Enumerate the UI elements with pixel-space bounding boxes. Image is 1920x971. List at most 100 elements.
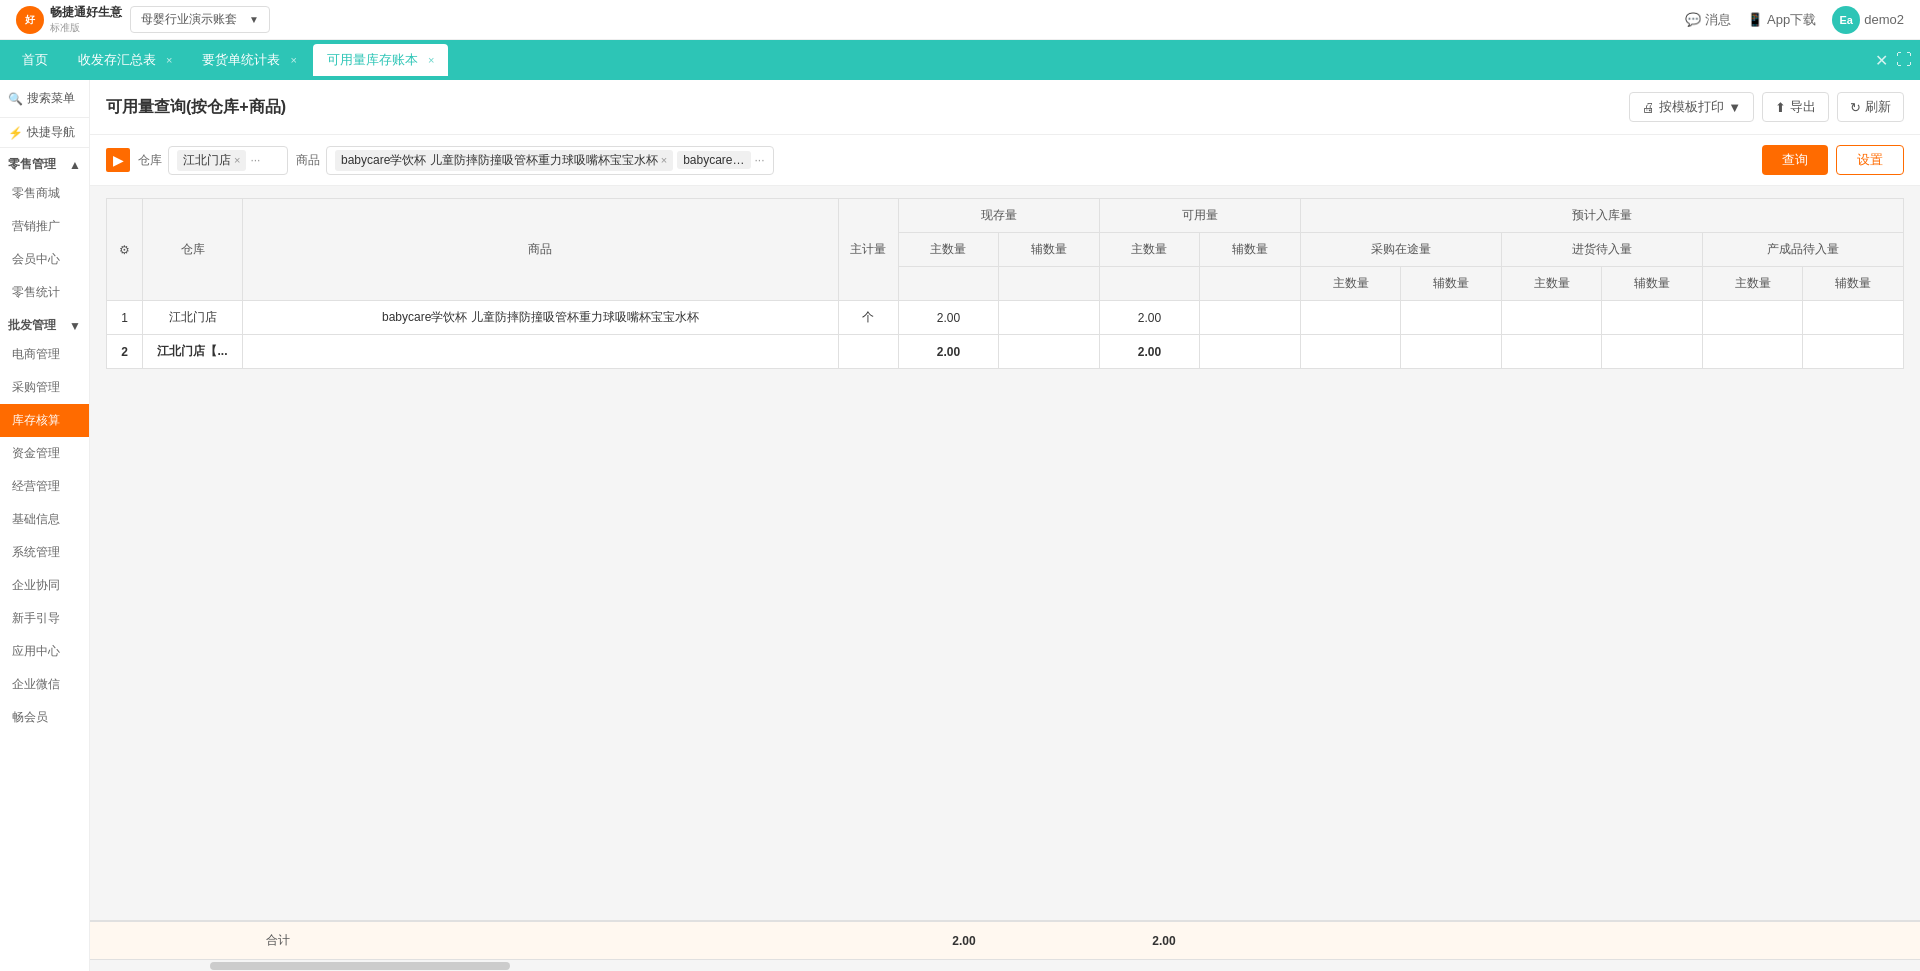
sidebar-group-retail[interactable]: 零售管理 ▲ (0, 148, 89, 177)
tab-receive-pay[interactable]: 收发存汇总表 × (64, 44, 186, 76)
available-inventory-label: 可用量库存账本 (327, 51, 418, 69)
sidebar-item-collab[interactable]: 企业协同 (0, 569, 89, 602)
col-unit: 主计量 (838, 199, 898, 301)
col-avail-aux: 辅数量 (1200, 233, 1301, 267)
product-tag-container[interactable]: babycare学饮杯 儿童防摔防撞吸管杯重力球吸嘴杯宝宝水杯 × babyca… (326, 146, 774, 175)
print-chevron-icon: ▼ (1728, 100, 1741, 115)
message-btn[interactable]: 💬 消息 (1685, 11, 1731, 29)
sidebar-item-system[interactable]: 系统管理 (0, 536, 89, 569)
sidebar-item-member-center[interactable]: 会员中心 (0, 243, 89, 276)
sidebar-item-app-center[interactable]: 应用中心 (0, 635, 89, 668)
top-bar-right: 💬 消息 📱 App下载 Ea demo2 (1685, 6, 1904, 34)
sidebar-item-purchase[interactable]: 采购管理 (0, 371, 89, 404)
top-bar: 好 畅捷通好生意 标准版 母婴行业演示账套 ▼ 💬 消息 📱 App下载 Ea … (0, 0, 1920, 40)
warehouse-more-icon[interactable]: ··· (250, 153, 260, 167)
export-icon: ⬆ (1775, 100, 1786, 115)
warehouse-tag: 江北门店 × (177, 150, 246, 171)
row1-avail-main: 2.00 (1099, 301, 1200, 335)
tab-available-inventory[interactable]: 可用量库存账本 × (313, 44, 448, 76)
footer-current-main: 2.00 (924, 934, 1004, 948)
sub-avail-main-empty (1099, 267, 1200, 301)
logo-text-group: 畅捷通好生意 标准版 (50, 4, 122, 35)
settings-btn[interactable]: 设置 (1836, 145, 1904, 175)
settings-gear-icon[interactable]: ⚙ (119, 243, 130, 257)
sidebar-item-basic[interactable]: 基础信息 (0, 503, 89, 536)
filter-expand-btn[interactable]: ▶ (106, 148, 130, 172)
table-footer: 合计 2.00 2.00 (90, 920, 1920, 959)
export-btn[interactable]: ⬆ 导出 (1762, 92, 1829, 122)
sidebar-item-finance[interactable]: 资金管理 (0, 437, 89, 470)
message-icon: 💬 (1685, 12, 1701, 27)
horizontal-scrollbar[interactable] (90, 959, 1920, 971)
warehouse-tag-container[interactable]: 江北门店 × ··· (168, 146, 288, 175)
col-production-pending: 产成品待入量 (1702, 233, 1903, 267)
warehouse-label: 仓库 (138, 152, 162, 169)
industry-selector[interactable]: 母婴行业演示账套 ▼ (130, 6, 270, 33)
product-more-icon[interactable]: ··· (755, 153, 765, 167)
print-icon: 🖨 (1642, 100, 1655, 115)
row1-current-aux (999, 301, 1100, 335)
sidebar-search[interactable]: 🔍 搜索菜单 (0, 80, 89, 118)
col-planned-inbound: 预计入库量 (1300, 199, 1903, 233)
sub-production-aux: 辅数量 (1803, 267, 1904, 301)
col-current-main: 主数量 (898, 233, 999, 267)
chevron-down-icon: ▼ (249, 14, 259, 25)
row1-warehouse: 江北门店 (143, 301, 243, 335)
row1-purchase-aux (1401, 301, 1502, 335)
close-available-inventory-icon[interactable]: × (428, 54, 434, 66)
refresh-btn[interactable]: ↻ 刷新 (1837, 92, 1904, 122)
row2-index: 2 (107, 335, 143, 369)
row2-production-main (1702, 335, 1803, 369)
logo-main-text: 畅捷通好生意 (50, 4, 122, 21)
col-warehouse: 仓库 (143, 199, 243, 301)
row2-avail-main: 2.00 (1099, 335, 1200, 369)
receive-pay-label: 收发存汇总表 (78, 51, 156, 69)
sidebar-group-wholesale[interactable]: 批发管理 ▼ (0, 309, 89, 338)
search-icon: 🔍 (8, 92, 23, 106)
remove-product-1-icon[interactable]: × (661, 154, 667, 166)
row1-incoming-main (1501, 301, 1602, 335)
row2-incoming-aux (1602, 335, 1703, 369)
scroll-thumb[interactable] (210, 962, 510, 970)
page-actions: 🖨 按模板打印 ▼ ⬆ 导出 ↻ 刷新 (1629, 92, 1904, 122)
sidebar-item-ecommerce[interactable]: 电商管理 (0, 338, 89, 371)
sidebar-item-wecom[interactable]: 企业微信 (0, 668, 89, 701)
tab-order-stats[interactable]: 要货单统计表 × (188, 44, 310, 76)
row2-incoming-main (1501, 335, 1602, 369)
col-gear[interactable]: ⚙ (107, 199, 143, 301)
sidebar-quick-nav[interactable]: ⚡ 快捷导航 (0, 118, 89, 148)
phone-icon: 📱 (1747, 12, 1763, 27)
sidebar-item-marketing[interactable]: 营销推广 (0, 210, 89, 243)
product-label: 商品 (296, 152, 320, 169)
sidebar-item-inventory[interactable]: 库存核算 (0, 404, 89, 437)
row2-current-main: 2.00 (898, 335, 999, 369)
col-current-stock: 现存量 (898, 199, 1099, 233)
row1-production-aux (1803, 301, 1904, 335)
col-available: 可用量 (1099, 199, 1300, 233)
app-download-btn[interactable]: 📱 App下载 (1747, 11, 1816, 29)
user-avatar-btn[interactable]: Ea demo2 (1832, 6, 1904, 34)
product-tag-1: babycare学饮杯 儿童防摔防撞吸管杯重力球吸嘴杯宝宝水杯 × (335, 150, 673, 171)
sidebar-item-retail-stats[interactable]: 零售统计 (0, 276, 89, 309)
query-btn[interactable]: 查询 (1762, 145, 1828, 175)
remove-warehouse-icon[interactable]: × (234, 154, 240, 166)
row2-warehouse: 江北门店【... (143, 335, 243, 369)
maximize-icon[interactable]: ⛶ (1896, 51, 1912, 69)
close-receive-pay-icon[interactable]: × (166, 54, 172, 66)
sub-incoming-aux: 辅数量 (1602, 267, 1703, 301)
sidebar-item-member[interactable]: 畅会员 (0, 701, 89, 734)
close-window-icon[interactable]: ✕ (1875, 51, 1888, 70)
row2-current-aux (999, 335, 1100, 369)
filter-section: ▶ 仓库 江北门店 × ··· 商品 babycare学饮杯 儿童防摔防撞吸管杯… (90, 135, 1920, 186)
avatar: Ea (1832, 6, 1860, 34)
close-order-stats-icon[interactable]: × (290, 54, 296, 66)
chevron-down-icon: ▼ (69, 319, 81, 333)
page-title: 可用量查询(按仓库+商品) (106, 97, 286, 118)
sidebar-item-newbie[interactable]: 新手引导 (0, 602, 89, 635)
nav-icon: ⚡ (8, 126, 23, 140)
sub-incoming-main: 主数量 (1501, 267, 1602, 301)
tab-home[interactable]: 首页 (8, 44, 62, 76)
print-btn[interactable]: 🖨 按模板打印 ▼ (1629, 92, 1754, 122)
sidebar-item-retail-shop[interactable]: 零售商城 (0, 177, 89, 210)
sidebar-item-operations[interactable]: 经营管理 (0, 470, 89, 503)
